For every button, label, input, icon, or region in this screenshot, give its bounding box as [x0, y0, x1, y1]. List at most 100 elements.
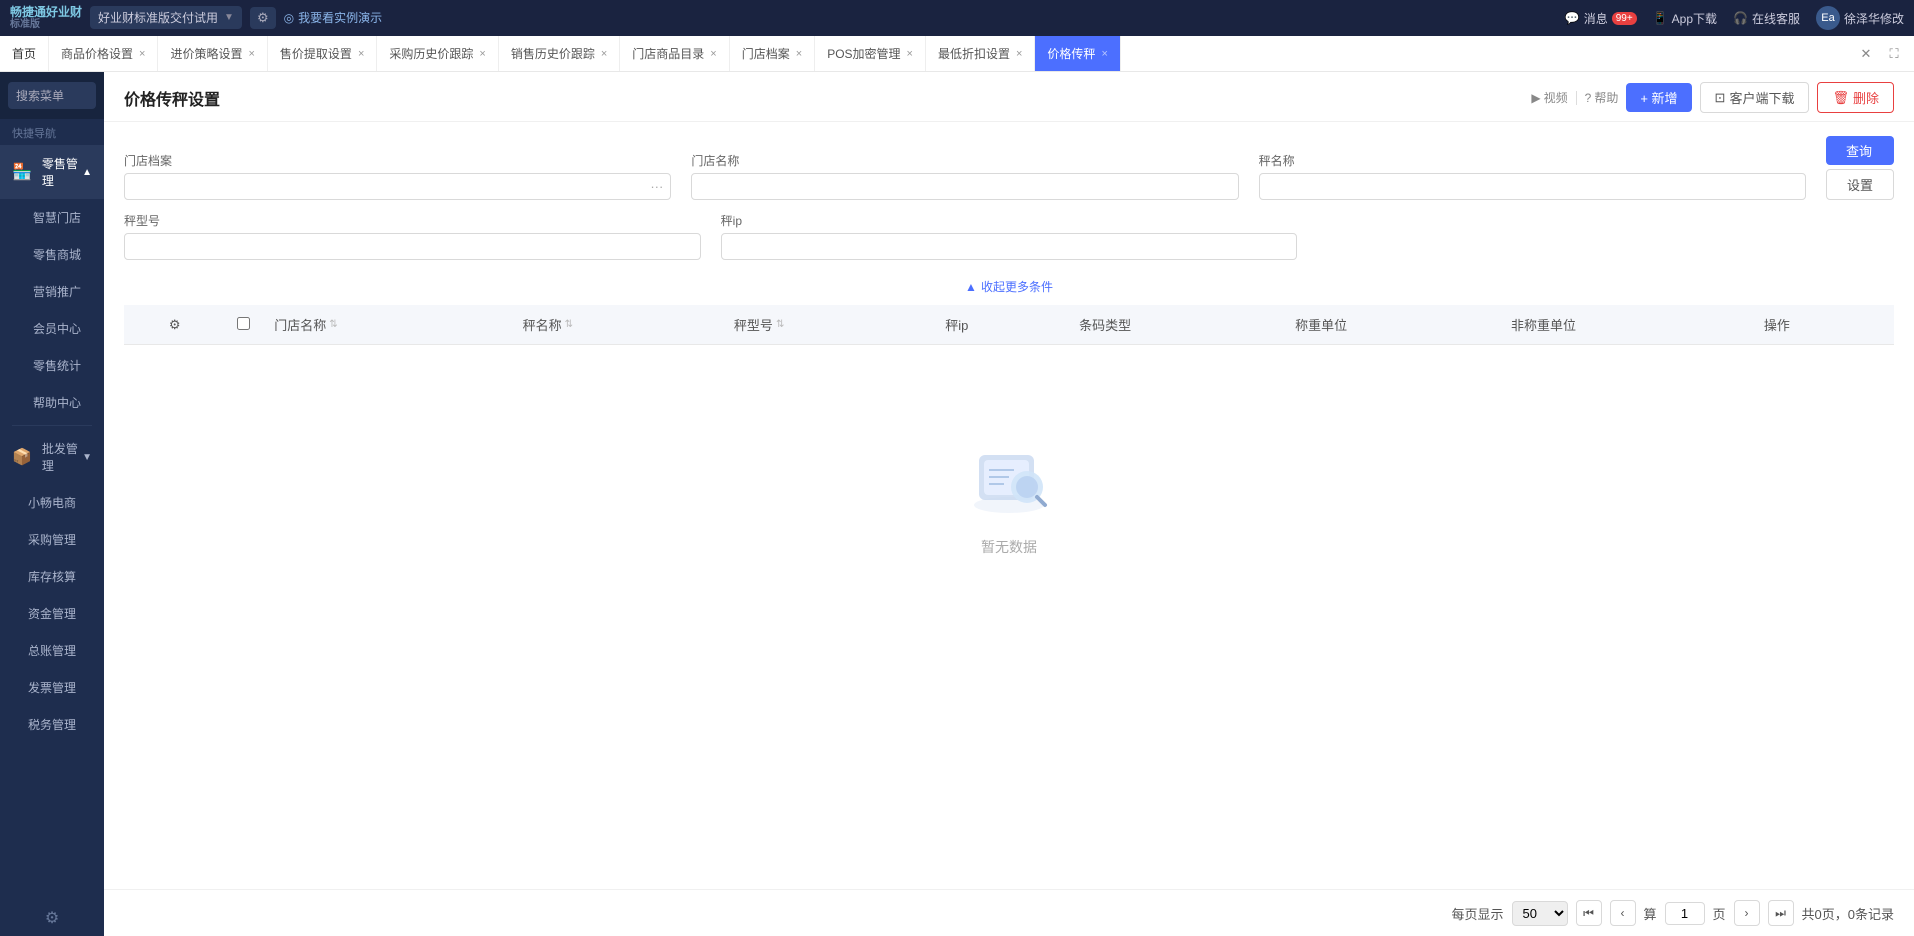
- sidebar-item-retail-stats[interactable]: 零售统计: [0, 347, 104, 384]
- search-button[interactable]: 查询: [1826, 136, 1894, 165]
- search-form: 门店档案 ··· 门店名称 秤名称 查询 设置: [104, 122, 1914, 305]
- search-btn-group: 查询 设置: [1826, 136, 1894, 200]
- tab-product-price[interactable]: 商品价格设置 ×: [49, 36, 158, 71]
- tab-label: 商品价格设置: [61, 45, 133, 62]
- sidebar-item-help-center[interactable]: 帮助中心: [0, 384, 104, 421]
- tab-store-profile[interactable]: 门店档案 ×: [730, 36, 815, 71]
- user-menu-button[interactable]: Ea 徐泽华修改: [1816, 6, 1904, 30]
- form-row-1: 门店档案 ··· 门店名称 秤名称 查询 设置: [124, 136, 1894, 200]
- empty-illustration: [959, 425, 1059, 525]
- chevron-down-icon: ▼: [224, 12, 234, 23]
- product-name: 好业财标准版交付试用: [98, 9, 218, 26]
- tab-purchase-history[interactable]: 采购历史价跟踪 ×: [377, 36, 498, 71]
- scale-ip-input[interactable]: [721, 233, 1298, 260]
- video-link[interactable]: ▶ 视频: [1531, 89, 1567, 106]
- sidebar-separator: [12, 425, 92, 426]
- tab-sale-history[interactable]: 销售历史价跟踪 ×: [499, 36, 620, 71]
- sort-scale-model[interactable]: 秤型号 ⇅: [734, 315, 921, 334]
- sidebar-item-finance[interactable]: 资金管理: [0, 595, 104, 632]
- store-profile-input-wrapper: ···: [124, 173, 671, 200]
- tab-sale-price[interactable]: 售价提取设置 ×: [268, 36, 377, 71]
- reset-button[interactable]: 设置: [1826, 169, 1894, 200]
- select-all-checkbox[interactable]: [237, 317, 250, 330]
- prev-page-button[interactable]: ‹: [1610, 900, 1636, 926]
- sidebar-item-general-ledger[interactable]: 总账管理: [0, 632, 104, 669]
- store-name-label: 门店名称: [691, 152, 1238, 169]
- message-button[interactable]: 💬 消息 99+: [1565, 10, 1637, 27]
- box-icon: 📦: [12, 447, 32, 467]
- sort-store-name[interactable]: 门店名称 ⇅: [274, 315, 498, 334]
- tab-store-catalog[interactable]: 门店商品目录 ×: [620, 36, 729, 71]
- tab-home[interactable]: 首页: [0, 36, 49, 71]
- sort-scale-name[interactable]: 秤名称 ⇅: [523, 315, 710, 334]
- sidebar-item-purchase[interactable]: 采购管理: [0, 521, 104, 558]
- close-icon[interactable]: ×: [358, 48, 364, 60]
- sidebar-item-member[interactable]: 会员中心: [0, 310, 104, 347]
- close-icon[interactable]: ×: [479, 48, 485, 60]
- tab-home-label: 首页: [12, 45, 36, 62]
- th-settings[interactable]: ⚙: [124, 305, 225, 345]
- last-page-button[interactable]: ⏭: [1768, 900, 1794, 926]
- online-service-button[interactable]: 🎧 在线客服: [1733, 10, 1800, 27]
- per-page-select[interactable]: 10 20 50 100: [1512, 901, 1568, 926]
- next-page-button[interactable]: ›: [1734, 900, 1760, 926]
- tab-label: 价格传秤: [1047, 45, 1095, 62]
- scale-name-label: 秤名称: [1259, 152, 1806, 169]
- close-icon[interactable]: ×: [907, 48, 913, 60]
- store-name-input[interactable]: [691, 173, 1238, 200]
- tab-price-scale[interactable]: 价格传秤 ×: [1035, 36, 1120, 71]
- close-icon[interactable]: ×: [1101, 48, 1107, 60]
- close-icon[interactable]: ×: [710, 48, 716, 60]
- store-icon: 🏪: [12, 162, 32, 182]
- table-wrapper: ⚙ 门店名称 ⇅ 秤名称: [104, 305, 1914, 889]
- sidebar-item-retail-mall[interactable]: 零售商城: [0, 236, 104, 273]
- product-selector[interactable]: 好业财标准版交付试用 ▼: [90, 6, 242, 29]
- sidebar-bottom: ⚙: [0, 900, 104, 936]
- total-info: 共0页，0条记录: [1802, 904, 1894, 923]
- tab-min-discount[interactable]: 最低折扣设置 ×: [926, 36, 1035, 71]
- demo-link[interactable]: ◎ 我要看实例演示: [284, 9, 383, 26]
- close-icon[interactable]: ×: [248, 48, 254, 60]
- sidebar-item-inventory[interactable]: 库存核算: [0, 558, 104, 595]
- sidebar-item-retail-manage[interactable]: 🏪 零售管理 ▲: [0, 145, 104, 199]
- close-icon[interactable]: ×: [601, 48, 607, 60]
- scale-model-input[interactable]: [124, 233, 701, 260]
- app-download-button[interactable]: 📱 App下载: [1653, 10, 1717, 27]
- sidebar-item-tax[interactable]: 税务管理: [0, 706, 104, 743]
- scale-model-group: 秤型号: [124, 212, 701, 260]
- tab-label: 最低折扣设置: [938, 45, 1010, 62]
- close-icon[interactable]: ×: [1016, 48, 1022, 60]
- delete-button[interactable]: 🗑 删除: [1817, 82, 1894, 113]
- close-icon[interactable]: ×: [139, 48, 145, 60]
- pagination-bar: 每页显示 10 20 50 100 ⏮ ‹ 算 页 › ⏭ 共0页，0条记录: [104, 889, 1914, 936]
- sidebar-item-marketing[interactable]: 营销推广: [0, 273, 104, 310]
- sort-icon: ⇅: [565, 319, 573, 330]
- avatar: Ea: [1816, 6, 1840, 30]
- close-all-button[interactable]: ✕: [1854, 42, 1878, 66]
- page-input[interactable]: [1665, 902, 1705, 925]
- store-profile-group: 门店档案 ···: [124, 152, 671, 200]
- more-icon[interactable]: ···: [650, 179, 663, 194]
- close-icon[interactable]: ×: [796, 48, 802, 60]
- tab-pos-manage[interactable]: POS加密管理 ×: [815, 36, 926, 71]
- sidebar-item-wholesale[interactable]: 📦 批发管理 ▼: [0, 430, 104, 484]
- sidebar-item-xiao-chang[interactable]: 小畅电商: [0, 484, 104, 521]
- search-menu-button[interactable]: 搜索菜单: [8, 82, 96, 109]
- maximize-button[interactable]: ⛶: [1882, 42, 1906, 66]
- first-page-button[interactable]: ⏮: [1576, 900, 1602, 926]
- tab-purchase-strategy[interactable]: 进价策略设置 ×: [158, 36, 267, 71]
- th-checkbox: [225, 305, 262, 345]
- content-area: 价格传秤设置 ▶ 视频 ? 帮助 + 新增 ⊡ 客户端下载 🗑: [104, 72, 1914, 936]
- scale-name-input[interactable]: [1259, 173, 1806, 200]
- sidebar-item-invoice[interactable]: 发票管理: [0, 669, 104, 706]
- sidebar-item-smart-store[interactable]: 智慧门店: [0, 199, 104, 236]
- sidebar-settings-icon[interactable]: ⚙: [45, 910, 59, 927]
- delete-icon: 🗑: [1832, 90, 1849, 106]
- download-button[interactable]: ⊡ 客户端下载: [1700, 82, 1810, 113]
- app-logo: 畅捷通好业财 标准版: [10, 5, 82, 31]
- collapse-bar[interactable]: ▲ 收起更多条件: [124, 272, 1894, 305]
- help-link[interactable]: ? 帮助: [1585, 89, 1619, 106]
- store-profile-input[interactable]: [124, 173, 671, 200]
- settings-button[interactable]: ⚙: [250, 7, 276, 29]
- add-button[interactable]: + 新增: [1626, 83, 1691, 112]
